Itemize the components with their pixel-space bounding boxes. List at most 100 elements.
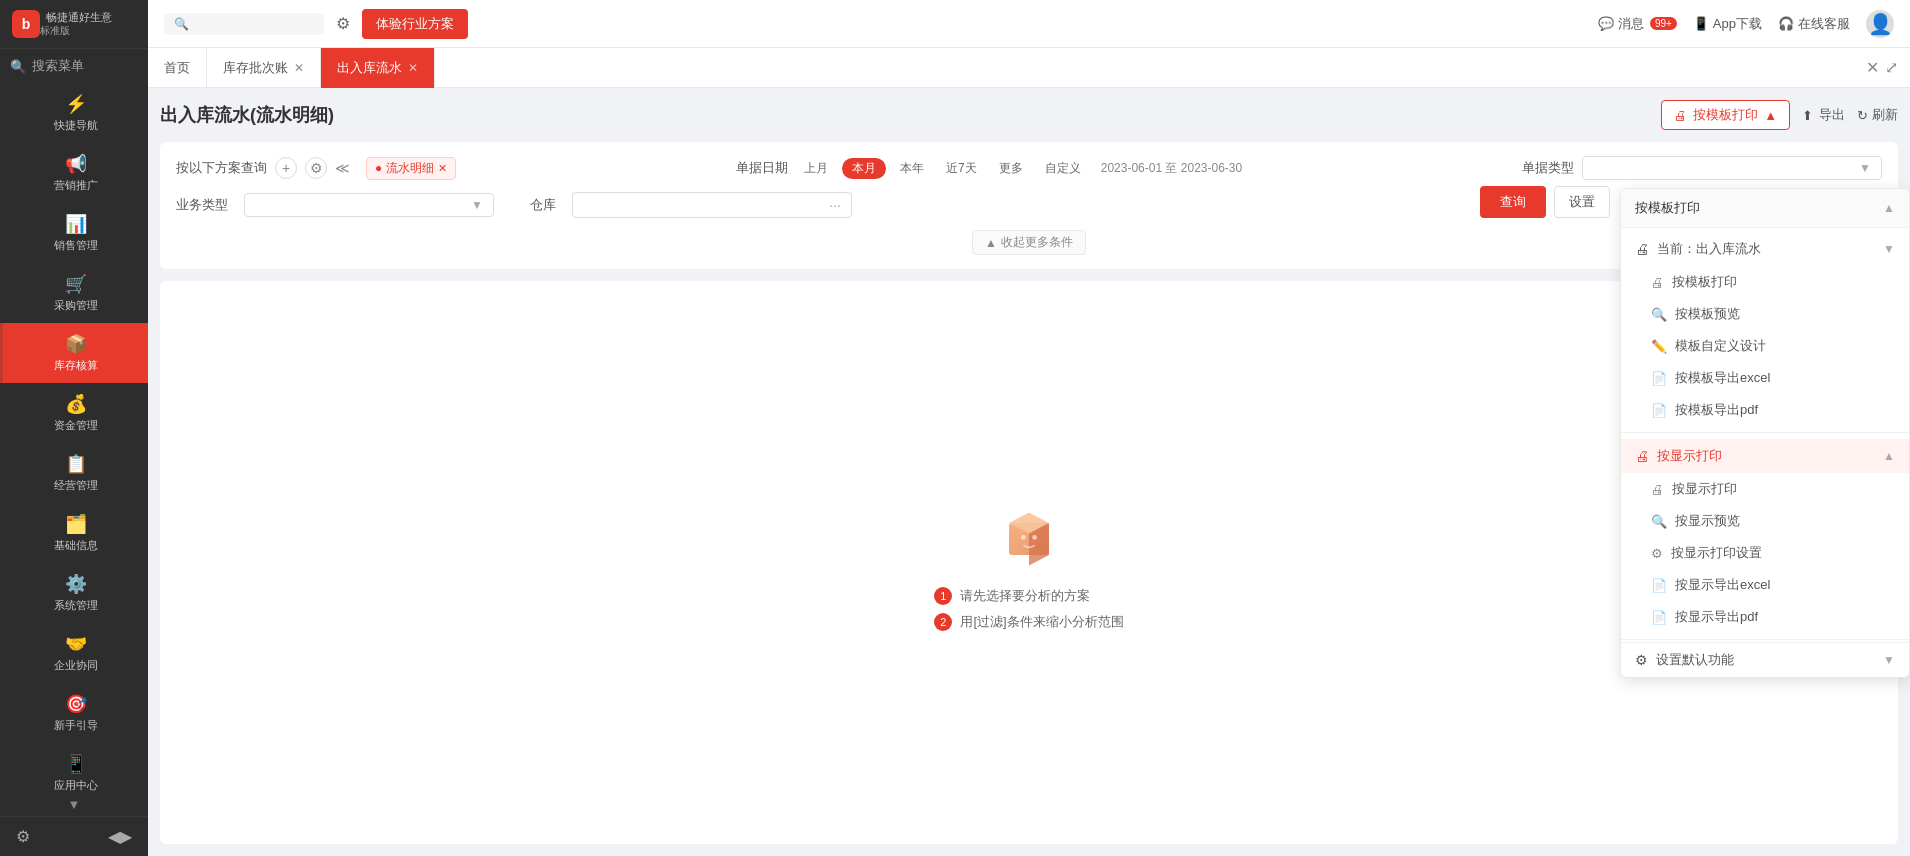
sidebar-item-operations[interactable]: 📋 经营管理 (0, 443, 148, 503)
template-pdf-item[interactable]: 📄 按模板导出pdf (1621, 394, 1909, 426)
system-label: 系统管理 (54, 598, 98, 613)
export-icon: ⬆ (1802, 108, 1813, 123)
topbar-gear-icon[interactable]: ⚙ (336, 14, 350, 33)
template-custom-item[interactable]: ✏️ 模板自定义设计 (1621, 330, 1909, 362)
industry-btn[interactable]: 体验行业方案 (362, 9, 468, 39)
display-section-label: 按显示打印 (1657, 447, 1722, 465)
voucher-type-select[interactable]: ▼ (1582, 156, 1882, 180)
sidebar-scroll-down[interactable]: ▼ (0, 793, 148, 816)
message-btn[interactable]: 💬 消息 99+ (1598, 15, 1677, 33)
sidebar-item-cooperation[interactable]: 🤝 企业协同 (0, 623, 148, 683)
print-label: 按模板打印 (1693, 106, 1758, 124)
hint-num-1: 1 (934, 587, 952, 605)
tabbar-end-actions: ✕ ⤢ (1854, 48, 1910, 88)
date-label: 单据日期 (736, 159, 788, 177)
settings-footer-icon[interactable]: ⚙ (16, 827, 30, 846)
default-settings-icon: ⚙ (1635, 652, 1648, 668)
online-service-btn[interactable]: 🎧 在线客服 (1778, 15, 1850, 33)
date-tab-7days[interactable]: 近7天 (938, 158, 985, 179)
display-section-header[interactable]: 🖨 按显示打印 ▲ (1621, 439, 1909, 473)
display-preview-item[interactable]: 🔍 按显示预览 (1621, 505, 1909, 537)
sidebar-item-finance[interactable]: 💰 资金管理 (0, 383, 148, 443)
warehouse-input[interactable]: ··· (572, 192, 852, 218)
sidebar-search[interactable]: 🔍 搜索菜单 (0, 49, 148, 83)
basic-info-label: 基础信息 (54, 538, 98, 553)
template-print-item[interactable]: 🖨 按模板打印 (1621, 266, 1909, 298)
filter-add-btn[interactable]: + (275, 157, 297, 179)
app-download-btn[interactable]: 📱 App下载 (1693, 15, 1762, 33)
inventory-label: 库存核算 (54, 358, 98, 373)
tabbar-expand-icon[interactable]: ⤢ (1885, 58, 1898, 77)
tabbar-close-icon[interactable]: ✕ (1866, 58, 1879, 77)
template-pdf-icon: 📄 (1651, 403, 1667, 418)
marketing-label: 营销推广 (54, 178, 98, 193)
date-tab-custom[interactable]: 自定义 (1037, 158, 1089, 179)
svg-point-3 (1021, 535, 1026, 540)
tab-flow-label: 出入库流水 (337, 59, 402, 77)
system-icon: ⚙️ (65, 573, 87, 595)
topbar-search-box[interactable]: 🔍 (164, 13, 324, 35)
current-template-item[interactable]: 🖨 当前：出入库流水 ▼ (1621, 232, 1909, 266)
biz-type-select[interactable]: ▼ (244, 193, 494, 217)
app-download-label: App下载 (1713, 15, 1762, 33)
sidebar-item-sales[interactable]: 📊 销售管理 (0, 203, 148, 263)
sales-label: 销售管理 (54, 238, 98, 253)
template-excel-label: 按模板导出excel (1675, 369, 1770, 387)
date-tab-thisyear[interactable]: 本年 (892, 158, 932, 179)
sidebar-item-guide[interactable]: 🎯 新手引导 (0, 683, 148, 743)
display-excel-label: 按显示导出excel (1675, 576, 1770, 594)
sidebar-item-app-center[interactable]: 📱 应用中心 (0, 743, 148, 793)
service-icon: 🎧 (1778, 16, 1794, 31)
template-pdf-label: 按模板导出pdf (1675, 401, 1758, 419)
display-preview-icon: 🔍 (1651, 514, 1667, 529)
filter-settings-icon[interactable]: ⚙ (305, 157, 327, 179)
guide-icon: 🎯 (65, 693, 87, 715)
export-btn[interactable]: ⬆ 导出 (1802, 106, 1845, 124)
search-label: 搜索菜单 (32, 57, 84, 75)
template-excel-item[interactable]: 📄 按模板导出excel (1621, 362, 1909, 394)
display-print-item[interactable]: 🖨 按显示打印 (1621, 473, 1909, 505)
tab-home[interactable]: 首页 (148, 48, 207, 88)
guide-label: 新手引导 (54, 718, 98, 733)
display-pdf-item[interactable]: 📄 按显示导出pdf (1621, 601, 1909, 633)
filter-tag-close[interactable]: ✕ (438, 162, 447, 175)
sidebar-item-inventory[interactable]: 📦 库存核算 (0, 323, 148, 383)
dropdown-default-settings[interactable]: ⚙ 设置默认功能 ▼ (1621, 642, 1909, 677)
sidebar-item-quick-nav[interactable]: ⚡ 快捷导航 (0, 83, 148, 143)
query-button[interactable]: 查询 (1480, 186, 1546, 218)
refresh-icon: ↻ (1857, 108, 1868, 123)
display-settings-item[interactable]: ⚙ 按显示打印设置 (1621, 537, 1909, 569)
voucher-type-label: 单据类型 (1522, 159, 1574, 177)
settings-button[interactable]: 设置 (1554, 186, 1610, 218)
sidebar-item-basic-info[interactable]: 🗂️ 基础信息 (0, 503, 148, 563)
dropdown-close-arrow[interactable]: ▲ (1883, 201, 1895, 215)
display-excel-item[interactable]: 📄 按显示导出excel (1621, 569, 1909, 601)
display-preview-label: 按显示预览 (1675, 512, 1740, 530)
sidebar-item-purchase[interactable]: 🛒 采购管理 (0, 263, 148, 323)
template-preview-label: 按模板预览 (1675, 305, 1740, 323)
default-settings-arrow: ▼ (1883, 653, 1895, 667)
date-tab-more[interactable]: 更多 (991, 158, 1031, 179)
collapse-sidebar-icon[interactable]: ◀▶ (108, 827, 132, 846)
tab-flow[interactable]: 出入库流水 ✕ (321, 48, 435, 88)
tab-batch-account[interactable]: 库存批次账 ✕ (207, 48, 321, 88)
sidebar-item-system[interactable]: ⚙️ 系统管理 (0, 563, 148, 623)
user-avatar[interactable]: 👤 (1866, 10, 1894, 38)
template-print-label: 按模板打印 (1672, 273, 1737, 291)
search-icon: 🔍 (10, 59, 26, 74)
collapse-more-btn[interactable]: ▲ 收起更多条件 (972, 230, 1086, 255)
sidebar-item-marketing[interactable]: 📢 营销推广 (0, 143, 148, 203)
date-tab-lastmonth[interactable]: 上月 (796, 158, 836, 179)
refresh-btn[interactable]: ↻ 刷新 (1857, 106, 1898, 124)
date-tab-thismonth[interactable]: 本月 (842, 158, 886, 179)
tab-batch-close[interactable]: ✕ (294, 61, 304, 75)
print-template-btn[interactable]: 🖨 按模板打印 ▲ (1661, 100, 1790, 130)
filter-collapse-icon[interactable]: ≪ (335, 160, 350, 176)
marketing-icon: 📢 (65, 153, 87, 175)
template-preview-item[interactable]: 🔍 按模板预览 (1621, 298, 1909, 330)
dropdown-header: 按模板打印 ▲ (1621, 189, 1909, 228)
warehouse-dots-icon[interactable]: ··· (829, 197, 841, 213)
cooperation-icon: 🤝 (65, 633, 87, 655)
tab-flow-close[interactable]: ✕ (408, 61, 418, 75)
voucher-type-arrow: ▼ (1859, 161, 1871, 175)
